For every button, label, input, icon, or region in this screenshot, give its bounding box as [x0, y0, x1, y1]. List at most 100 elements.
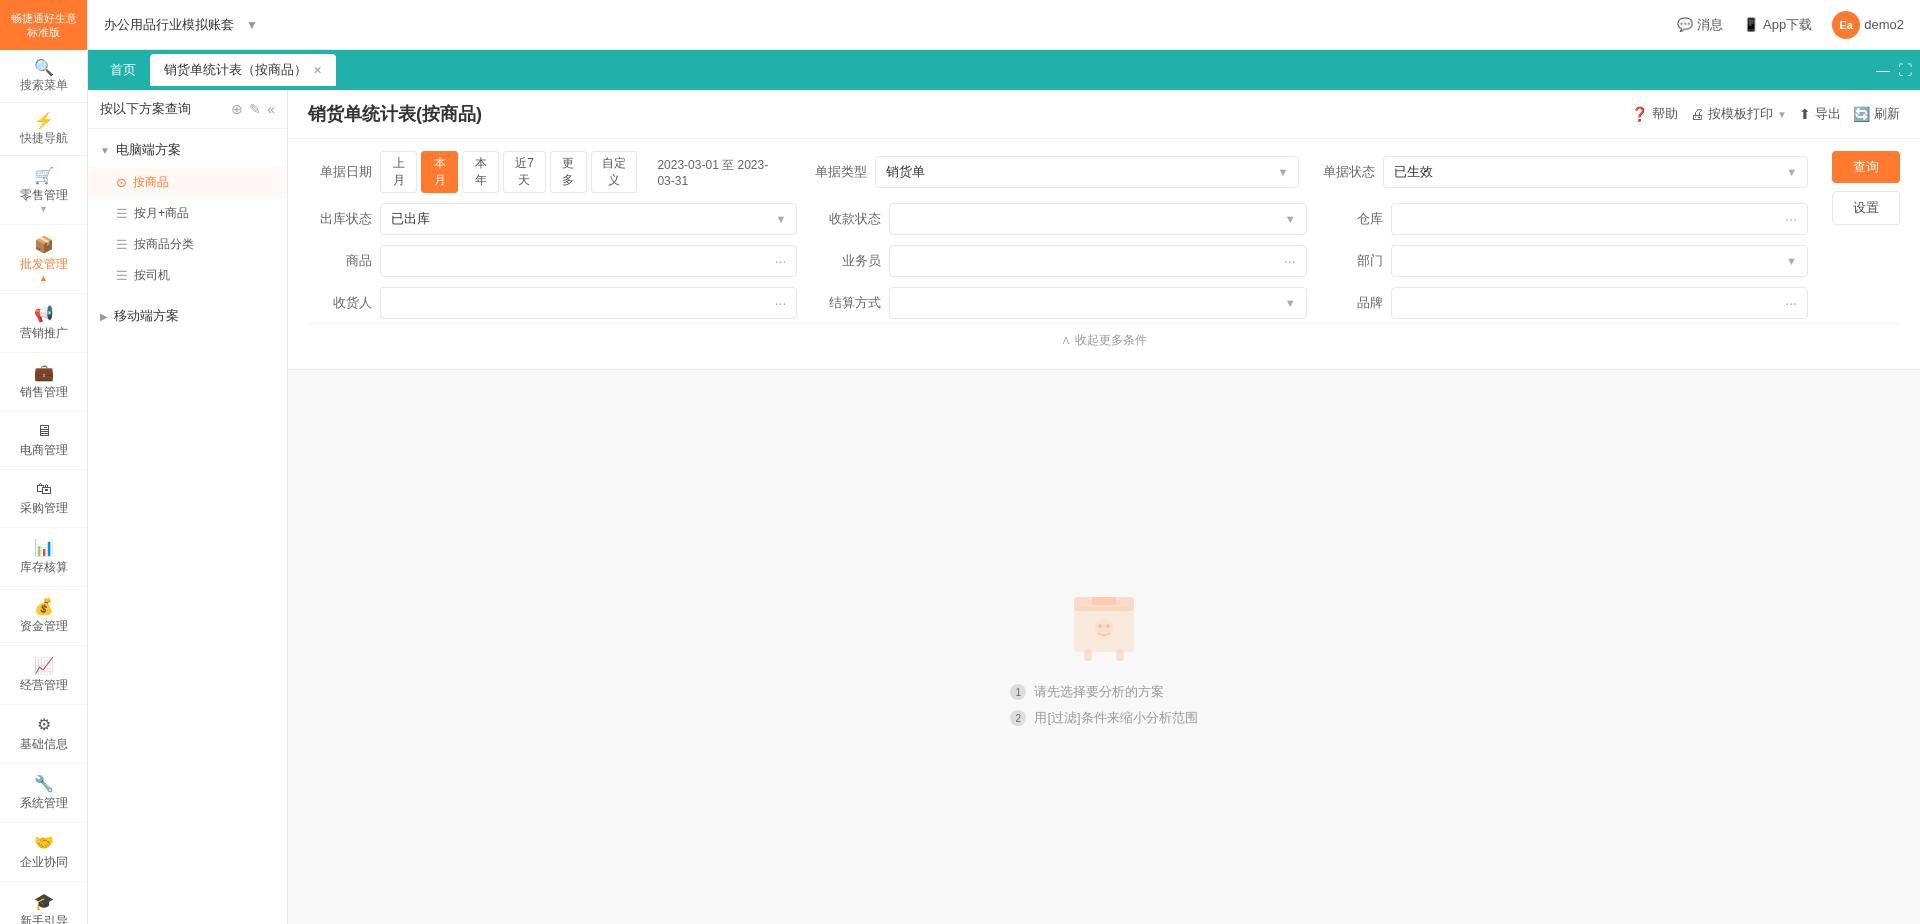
salesperson-control[interactable]: ···: [889, 245, 1306, 277]
sidebar-item-operation[interactable]: 📈 经营管理: [0, 646, 87, 705]
sidebar-search[interactable]: 🔍 搜索菜单: [0, 50, 87, 103]
app-download-action[interactable]: 📱 App下载: [1743, 16, 1812, 34]
sidebar-item-purchase[interactable]: 🛍 采购管理: [0, 470, 87, 528]
scheme-group-mobile: ▶ 移动端方案: [88, 295, 287, 337]
scheme-item-by-product[interactable]: ⊙ 按商品: [88, 167, 287, 198]
sidebar-item-basic[interactable]: ⚙ 基础信息: [0, 705, 87, 764]
hint-num-2: 2: [1010, 710, 1026, 726]
payment-arrow-icon: ▼: [1285, 297, 1296, 309]
inventory-icon: 📊: [34, 538, 54, 557]
date-btn-custom[interactable]: 自定义: [591, 151, 638, 193]
doc-type-arrow-icon: ▼: [1277, 166, 1288, 178]
collapse-panel-icon[interactable]: «: [267, 101, 275, 117]
doc-status-arrow-icon: ▼: [1786, 166, 1797, 178]
empty-hint-2: 2 用[过滤]条件来缩小分析范围: [1010, 709, 1197, 727]
logo-text: 畅捷通好生意 标准版: [11, 11, 77, 40]
group-arrow-icon: ▼: [100, 145, 110, 156]
empty-state: 1 请先选择要分析的方案 2 用[过滤]条件来缩小分析范围: [288, 370, 1920, 924]
scheme-item-by-month-product[interactable]: ☰ 按月+商品: [88, 198, 287, 229]
scheme-item-by-category[interactable]: ☰ 按商品分类: [88, 229, 287, 260]
scheme-group-mobile-header[interactable]: ▶ 移动端方案: [88, 299, 287, 333]
tab-home[interactable]: 首页: [96, 54, 150, 86]
sidebar: 畅捷通好生意 标准版 🔍 搜索菜单 ⚡ 快捷导航 🛒 零售管理 ▼ 📦 批发管理…: [0, 0, 88, 924]
department-control[interactable]: ▼: [1391, 245, 1808, 277]
product-label: 商品: [308, 252, 380, 270]
doc-type-label: 单据类型: [803, 163, 875, 181]
export-btn[interactable]: ⬆ 导出: [1799, 105, 1841, 123]
collect-status-label: 收款状态: [817, 210, 889, 228]
sidebar-item-wholesale[interactable]: 📦 批发管理 ▲: [0, 225, 87, 294]
refresh-btn[interactable]: 🔄 刷新: [1853, 105, 1900, 123]
sidebar-item-tutorial[interactable]: 🎓 新手引导: [0, 882, 87, 924]
sidebar-item-finance[interactable]: 💰 资金管理: [0, 587, 87, 646]
refresh-icon: 🔄: [1853, 106, 1870, 122]
edit-scheme-icon[interactable]: ✎: [249, 101, 261, 117]
collapse-more[interactable]: ∧ 收起更多条件: [308, 323, 1900, 357]
topbar-dropdown-icon[interactable]: ▼: [246, 18, 258, 32]
sidebar-item-ecommerce[interactable]: 🖥 电商管理: [0, 412, 87, 470]
header-actions: ❓ 帮助 🖨 按模板打印 ▼ ⬆ 导出 🔄 刷新: [1631, 105, 1900, 123]
sidebar-item-enterprise[interactable]: 🤝 企业协同: [0, 823, 87, 882]
date-btn-more[interactable]: 更多: [550, 151, 587, 193]
svg-point-5: [1106, 624, 1110, 628]
receiver-control[interactable]: ···: [380, 287, 797, 319]
add-scheme-icon[interactable]: ⊕: [231, 101, 243, 117]
date-range: 2023-03-01 至 2023-03-31: [657, 157, 782, 188]
wholesale-icon: 📦: [34, 235, 54, 254]
tutorial-icon: 🎓: [34, 892, 54, 911]
scheme-icon-3: ☰: [116, 268, 128, 283]
out-status-control[interactable]: 已出库 ▼: [380, 203, 797, 235]
avatar: Ea: [1832, 11, 1860, 39]
date-btn-7days[interactable]: 近7天: [503, 151, 545, 193]
product-control[interactable]: ···: [380, 245, 797, 277]
date-btn-this-month[interactable]: 本月: [421, 151, 458, 193]
topbar-right: 💬 消息 📱 App下载 Ea demo2: [1677, 11, 1904, 39]
doc-type-control[interactable]: 销货单 ▼: [875, 156, 1300, 188]
collect-status-control[interactable]: ▼: [889, 203, 1306, 235]
scheme-item-by-driver[interactable]: ☰ 按司机: [88, 260, 287, 291]
svg-point-4: [1098, 624, 1102, 628]
print-icon: 🖨: [1690, 106, 1704, 122]
marketing-icon: 📢: [34, 304, 54, 323]
sales-icon: 💼: [34, 363, 54, 382]
empty-hint-1: 1 请先选择要分析的方案: [1010, 683, 1197, 701]
filter-area: 单据日期 上月 本月 本年 近7天 更多 自定义 20: [288, 139, 1920, 370]
date-label: 单据日期: [308, 163, 380, 181]
print-btn[interactable]: 🖨 按模板打印 ▼: [1690, 105, 1787, 123]
sidebar-item-system[interactable]: 🔧 系统管理: [0, 764, 87, 823]
tab-maximize-icon[interactable]: ⛶: [1898, 62, 1912, 78]
topbar-title: 办公用品行业模拟账套: [104, 16, 234, 34]
salesperson-label: 业务员: [817, 252, 889, 270]
tab-sales-stat[interactable]: 销货单统计表（按商品） ✕: [150, 54, 336, 86]
tab-minimize-icon[interactable]: —: [1876, 62, 1890, 78]
app-download-icon: 📱: [1743, 17, 1759, 32]
tab-close-icon[interactable]: ✕: [313, 64, 322, 77]
query-button[interactable]: 查询: [1832, 151, 1900, 183]
scheme-group-pc-header[interactable]: ▼ 电脑端方案: [88, 133, 287, 167]
user-action[interactable]: Ea demo2: [1832, 11, 1904, 39]
payment-control[interactable]: ▼: [889, 287, 1306, 319]
page-header: 销货单统计表(按商品) ❓ 帮助 🖨 按模板打印 ▼ ⬆ 导出: [288, 90, 1920, 139]
doc-status-control[interactable]: 已生效 ▼: [1383, 156, 1808, 188]
receiver-dots-icon: ···: [775, 295, 787, 311]
sidebar-item-marketing[interactable]: 📢 营销推广: [0, 294, 87, 353]
date-btn-this-year[interactable]: 本年: [462, 151, 499, 193]
settings-button[interactable]: 设置: [1832, 191, 1900, 225]
query-buttons: 查询 设置: [1832, 151, 1900, 225]
sidebar-item-sales[interactable]: 💼 销售管理: [0, 353, 87, 412]
svg-point-3: [1094, 619, 1114, 639]
filter-row-2: 出库状态 已出库 ▼ 收款状态 ▼ 仓库: [308, 203, 1808, 235]
sidebar-quicknav[interactable]: ⚡ 快捷导航: [0, 103, 87, 156]
sidebar-item-inventory[interactable]: 📊 库存核算: [0, 528, 87, 587]
help-btn[interactable]: ❓ 帮助: [1631, 105, 1678, 123]
product-dots-icon: ···: [775, 253, 787, 269]
department-arrow-icon: ▼: [1786, 255, 1797, 267]
sidebar-item-retail[interactable]: 🛒 零售管理 ▼: [0, 156, 87, 225]
date-btn-last-month[interactable]: 上月: [380, 151, 417, 193]
svg-rect-6: [1084, 649, 1092, 661]
topbar: 办公用品行业模拟账套 ▼ 💬 消息 📱 App下载 Ea demo2: [88, 0, 1920, 50]
warehouse-dots-icon: ···: [1785, 211, 1797, 227]
message-action[interactable]: 💬 消息: [1677, 16, 1723, 34]
warehouse-control[interactable]: ···: [1391, 203, 1808, 235]
brand-control[interactable]: ···: [1391, 287, 1808, 319]
